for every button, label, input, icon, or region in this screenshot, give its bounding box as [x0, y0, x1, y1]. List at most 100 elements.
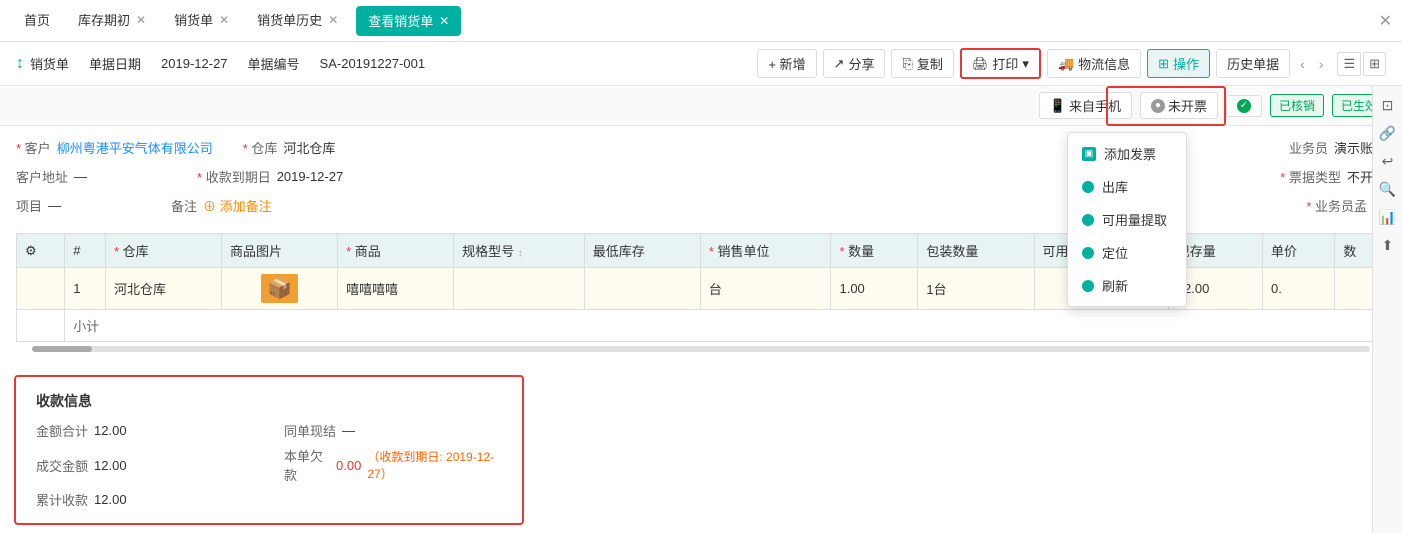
check-button[interactable]: ✓ — [1226, 95, 1262, 117]
new-button[interactable]: + 新增 — [757, 49, 816, 78]
grid-view-icon[interactable]: ⊞ — [1363, 52, 1386, 76]
subtotal-row: 小计 — [17, 310, 1386, 342]
refresh-icon — [1082, 280, 1094, 292]
payment-info-grid: 金额合计 12.00 同单现结 — 成交金额 12.00 累计收款 12.00 … — [36, 421, 502, 509]
subtotal-label: 小计 — [65, 310, 1386, 342]
right-panel: ⊡ 🔗 ↩ 🔍 📊 ⬆ ⤢ — [1372, 86, 1402, 533]
from-mobile-button[interactable]: 📱 来自手机 — [1039, 92, 1132, 119]
right-icon-3[interactable]: ↩ — [1375, 148, 1401, 174]
share-icon: ↗ — [834, 56, 845, 72]
col-warehouse: * 仓库 — [105, 234, 221, 268]
info-row-owed: 本单欠款 0.00 （收款到期日: 2019-12-27） — [284, 446, 502, 484]
scroll-container — [16, 346, 1386, 352]
print-button[interactable]: 🖨 打印 ▾ — [960, 48, 1041, 79]
tab-home[interactable]: 首页 — [10, 0, 64, 42]
cell-pack-qty: 1台 — [918, 268, 1034, 310]
info-row-same-settlement: 同单现结 — — [284, 421, 502, 440]
payment-info-title: 收款信息 — [36, 391, 502, 411]
owed-suffix: （收款到期日: 2019-12-27） — [367, 448, 502, 482]
cell-spec — [454, 268, 585, 310]
col-qty: * 数量 — [831, 234, 918, 268]
tab-inventory[interactable]: 库存期初 ✕ — [64, 0, 160, 42]
scrollbar-track[interactable] — [32, 346, 1370, 352]
grid-icon: ⊞ — [1158, 56, 1169, 72]
warehouse-field: 仓库 河北仓库 — [243, 138, 336, 157]
scrollbar-thumb[interactable] — [32, 346, 92, 352]
tab-view-sales[interactable]: 查看销货单 ✕ — [356, 6, 461, 36]
menu-item-available-qty[interactable]: 可用量提取 — [1068, 203, 1186, 236]
plus-icon: ⊕ — [203, 199, 216, 214]
warehouse-label: 仓库 — [243, 138, 278, 157]
customer-field: 客户 柳州粤港平安气体有限公司 — [16, 138, 213, 157]
project-value: — — [48, 198, 61, 213]
add-remark-button[interactable]: ⊕ 添加备注 — [203, 196, 272, 215]
right-icon-1[interactable]: ⊡ — [1375, 92, 1401, 118]
menu-item-add-invoice[interactable]: ▣ 添加发票 — [1068, 137, 1186, 170]
address-value: — — [74, 169, 87, 184]
col-seq: # — [65, 234, 106, 268]
sub-action-bar: 📱 来自手机 ● 未开票 ✓ 已核销 已生效 — [0, 86, 1402, 126]
address-field: 客户地址 — — [16, 167, 87, 186]
cell-seq: 1 — [65, 268, 106, 310]
cell-image: 📦 — [222, 268, 338, 310]
doc-date-label: 单据日期 — [89, 54, 141, 73]
nav-prev-arrow[interactable]: ‹ — [1296, 54, 1309, 74]
due-date-field: 收款到期日 2019-12-27 — [197, 167, 343, 186]
copy-button[interactable]: ⎘ 复制 — [891, 49, 953, 78]
cell-unit: 台 — [700, 268, 831, 310]
due-date-value: 2019-12-27 — [277, 169, 344, 184]
right-icon-2[interactable]: 🔗 — [1375, 120, 1401, 146]
doc-actions: + 新增 ↗ 分享 ⎘ 复制 🖨 打印 ▾ 🚚 物流信息 ⊞ 操作 — [757, 48, 1386, 79]
not-opened-button[interactable]: ● 未开票 — [1140, 92, 1218, 119]
tab-sales-close[interactable]: ✕ — [219, 13, 229, 27]
due-date-label: 收款到期日 — [197, 167, 271, 186]
right-icon-6[interactable]: ⬆ — [1375, 232, 1401, 258]
settings-icon: ⚙ — [25, 243, 37, 258]
cell-qty: 1.00 — [831, 268, 918, 310]
menu-item-locate[interactable]: 定位 — [1068, 236, 1186, 269]
tab-sales[interactable]: 销货单 ✕ — [160, 0, 243, 42]
total-amount-value: 12.00 — [94, 423, 127, 438]
same-settlement-value: — — [342, 423, 355, 438]
form-section: 客户 柳州粤港平安气体有限公司 仓库 河北仓库 业务员 演示账号 客户地址 — … — [0, 126, 1402, 233]
col-unit-price: 单价 — [1263, 234, 1335, 268]
locate-icon — [1082, 247, 1094, 259]
right-icon-5[interactable]: 📊 — [1375, 204, 1401, 230]
menu-item-out-stock[interactable]: 出库 — [1068, 170, 1186, 203]
doc-title-section: ↕ 销货单 — [16, 54, 69, 73]
tab-view-sales-close[interactable]: ✕ — [439, 14, 449, 28]
dropdown-menu: ▣ 添加发票 出库 可用量提取 定位 刷新 — [1067, 132, 1187, 307]
customer-value[interactable]: 柳州粤港平安气体有限公司 — [57, 138, 213, 157]
cumulative-value: 12.00 — [94, 492, 127, 507]
history-button[interactable]: 历史单据 — [1216, 49, 1290, 78]
share-button[interactable]: ↗ 分享 — [823, 49, 886, 78]
nav-next-arrow[interactable]: › — [1315, 54, 1328, 74]
tab-sales-history[interactable]: 销货单历史 ✕ — [243, 0, 352, 42]
staff-label: 业务员孟 — [1306, 196, 1367, 215]
menu-item-refresh[interactable]: 刷新 — [1068, 269, 1186, 302]
tab-inventory-close[interactable]: ✕ — [136, 13, 146, 27]
col-unit: * 销售单位 — [700, 234, 831, 268]
out-stock-icon — [1082, 181, 1094, 193]
doc-date-value: 2019-12-27 — [161, 56, 228, 71]
window-close-button[interactable]: ✕ — [1379, 11, 1392, 31]
doc-number-value: SA-20191227-001 — [320, 56, 426, 71]
tab-sales-history-close[interactable]: ✕ — [328, 13, 338, 27]
ops-button[interactable]: ⊞ 操作 — [1147, 49, 1210, 78]
logistics-button[interactable]: 🚚 物流信息 — [1047, 49, 1141, 78]
product-image: 📦 — [261, 274, 298, 303]
cumulative-label: 累计收款 — [36, 490, 88, 509]
right-icon-4[interactable]: 🔍 — [1375, 176, 1401, 202]
doc-title-icon: ↕ — [16, 55, 24, 73]
col-settings[interactable]: ⚙ — [17, 234, 65, 268]
total-amount-label: 金额合计 — [36, 421, 88, 440]
cell-product: 嘻嘻嘻嘻 — [338, 268, 454, 310]
copy-icon: ⎘ — [902, 56, 912, 72]
print-icon: 🖨 — [972, 56, 989, 72]
table-container: ⚙ # * 仓库 商品图片 * 商品 规格型号 ↕ 最低库存 * 销售单位 * … — [0, 233, 1402, 352]
tab-bar: 首页 库存期初 ✕ 销货单 ✕ 销货单历史 ✕ 查看销货单 ✕ ✕ — [0, 0, 1402, 42]
remark-label: 备注 — [171, 196, 197, 215]
col-product: * 商品 — [338, 234, 454, 268]
main-area: ↕ 销货单 单据日期 2019-12-27 单据编号 SA-20191227-0… — [0, 42, 1402, 533]
list-view-icon[interactable]: ☰ — [1337, 52, 1361, 76]
